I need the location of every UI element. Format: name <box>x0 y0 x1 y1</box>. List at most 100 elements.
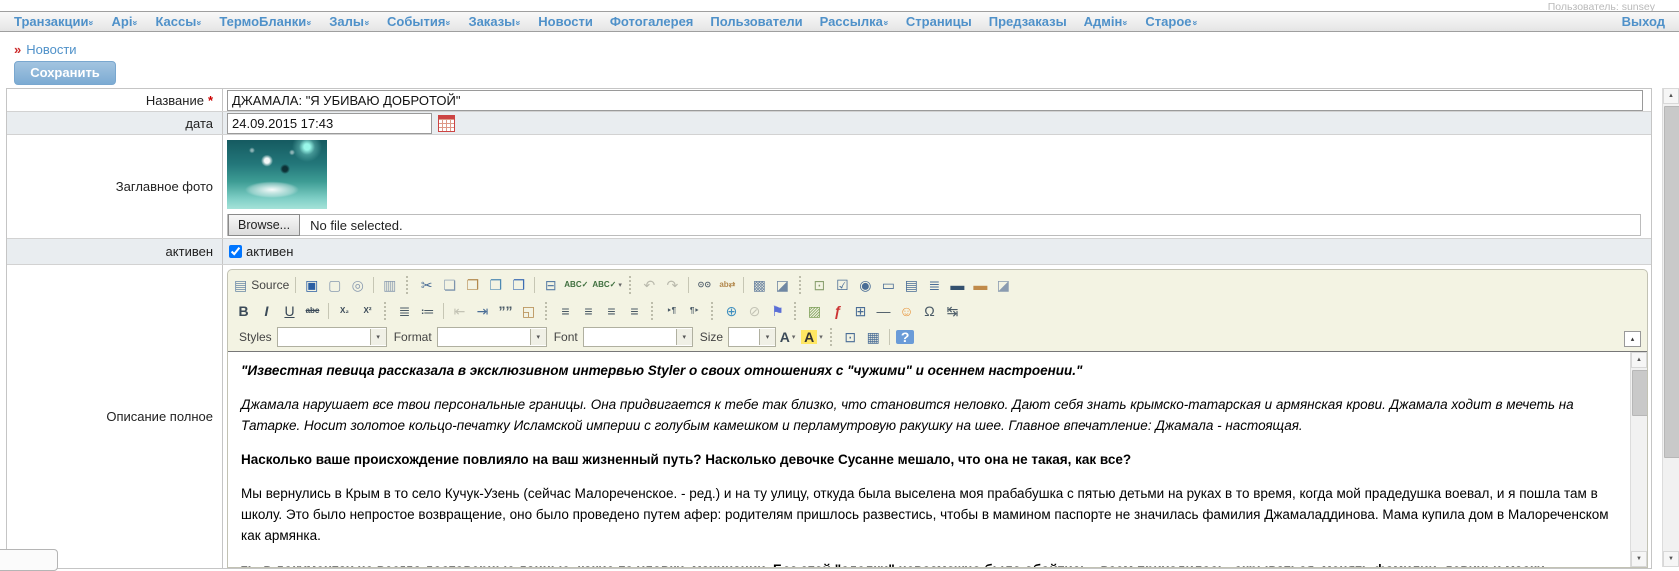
bold-button[interactable]: B <box>232 301 255 321</box>
print-button[interactable]: ⊟ <box>539 275 562 295</box>
checkbox-field-button[interactable]: ☑ <box>831 275 854 295</box>
size-dropdown[interactable]: ▾ <box>728 327 777 347</box>
active-checkbox[interactable] <box>229 245 242 258</box>
insert-image-button[interactable]: ▨ <box>803 301 826 321</box>
div-container-button[interactable]: ◱ <box>517 301 540 321</box>
nav-item-users[interactable]: Пользователи <box>710 14 802 29</box>
select-field-button[interactable]: ≣ <box>923 275 946 295</box>
replace-button[interactable]: ab⇄ <box>716 275 739 295</box>
link-button[interactable]: ⊕ <box>720 301 743 321</box>
smiley-button[interactable]: ☺ <box>895 301 918 321</box>
strikethrough-button[interactable]: abc <box>301 301 324 321</box>
nav-item-logout[interactable]: Выход <box>1622 14 1665 29</box>
nav-item-events[interactable]: События» <box>387 14 454 29</box>
indent-button[interactable]: ⇥ <box>471 301 494 321</box>
align-justify-button[interactable]: ≡ <box>623 301 646 321</box>
browse-button[interactable]: Browse... <box>228 214 301 236</box>
nav-item-photo-gallery[interactable]: Фотогалерея <box>610 14 694 29</box>
toolbar-collapse-button[interactable]: ▴ <box>1624 331 1641 347</box>
underline-button[interactable]: U <box>278 301 301 321</box>
styles-dropdown[interactable]: ▾ <box>276 327 387 347</box>
editor-content-area[interactable]: "Известная певица рассказала в эксклюзив… <box>228 351 1647 567</box>
page-scrollbar-thumb[interactable] <box>1664 106 1679 458</box>
maximize-button[interactable]: ⊡ <box>839 327 862 347</box>
unlink-button[interactable]: ⊘ <box>743 301 766 321</box>
textarea-field-button[interactable]: ▤ <box>900 275 923 295</box>
format-dropdown[interactable]: ▾ <box>436 327 547 347</box>
anchor-button[interactable]: ⚑ <box>766 301 789 321</box>
find-button[interactable]: ⊙⊙ <box>693 275 716 295</box>
scroll-up-icon[interactable]: ▲ <box>1663 88 1679 104</box>
align-left-button[interactable]: ≡ <box>554 301 577 321</box>
redo-button[interactable]: ↷ <box>661 275 684 295</box>
nav-item-preorders[interactable]: Предзаказы <box>989 14 1067 29</box>
nav-item-mailing[interactable]: Рассылка» <box>820 14 892 29</box>
nav-item-thermo-blanks[interactable]: ТермоБланки» <box>219 14 314 29</box>
select-all-button[interactable]: ▩ <box>748 275 771 295</box>
undo-button[interactable]: ↶ <box>638 275 661 295</box>
nav-item-admin[interactable]: Адмін» <box>1084 14 1131 29</box>
scroll-up-icon[interactable]: ▲ <box>1631 352 1647 368</box>
remove-format-button[interactable]: ◪ <box>771 275 794 295</box>
save-button[interactable]: Сохранить <box>14 61 116 85</box>
font-dropdown[interactable]: ▾ <box>582 327 693 347</box>
nav-item-orders[interactable]: Заказы» <box>468 14 523 29</box>
editor-scrollbar-thumb[interactable] <box>1632 370 1647 416</box>
nav-item-pages[interactable]: Страницы <box>906 14 972 29</box>
preview-button[interactable]: ◎ <box>346 275 369 295</box>
text-direction-ltr-button[interactable]: ‣¶ <box>660 301 683 321</box>
date-input[interactable] <box>227 112 432 134</box>
button-field-button[interactable]: ▬ <box>946 275 969 295</box>
outdent-button[interactable]: ⇤ <box>448 301 471 321</box>
horizontal-rule-button[interactable]: — <box>872 301 895 321</box>
paste-word-button[interactable]: ❐ <box>507 275 530 295</box>
paste-text-button[interactable]: ❐ <box>484 275 507 295</box>
form-button[interactable]: ⊡ <box>808 275 831 295</box>
background-color-button[interactable]: A ▾ <box>799 327 825 347</box>
show-blocks-button[interactable]: ▦ <box>862 327 885 347</box>
photo-row: Заглавное фото Browse... No file selecte… <box>7 135 1651 239</box>
subscript-button[interactable]: X₂ <box>333 301 356 321</box>
nav-item-news[interactable]: Новости <box>538 14 593 29</box>
cut-button[interactable]: ✂ <box>415 275 438 295</box>
spell-check-button[interactable]: ABC✓ <box>562 275 590 295</box>
nav-item-transactions[interactable]: Транзакции» <box>14 14 97 29</box>
about-button[interactable]: ? <box>894 327 917 347</box>
page-scrollbar[interactable]: ▲ ▼ <box>1662 88 1679 567</box>
nav-item-cashdesks[interactable]: Кассы» <box>155 14 204 29</box>
text-color-button[interactable]: A ▾ <box>776 327 799 347</box>
editor-scrollbar[interactable]: ▲ ▼ <box>1630 352 1647 567</box>
source-button[interactable]: ▤ Source <box>232 275 291 295</box>
print-icon: ⊟ <box>544 277 557 293</box>
blockquote-button[interactable]: ”” <box>494 301 517 321</box>
title-input[interactable] <box>227 89 1643 111</box>
nav-item-api[interactable]: Api» <box>112 14 141 29</box>
hidden-field-button[interactable]: ◪ <box>992 275 1015 295</box>
image-button-field-button[interactable]: ▬ <box>969 275 992 295</box>
flash-button[interactable]: ƒ <box>826 301 849 321</box>
radio-field-button[interactable]: ◉ <box>854 275 877 295</box>
breadcrumb-news-link[interactable]: Новости <box>26 42 76 57</box>
special-character-button[interactable]: Ω <box>918 301 941 321</box>
templates-button[interactable]: ▥ <box>378 275 401 295</box>
scroll-down-icon[interactable]: ▼ <box>1631 551 1647 567</box>
align-right-button[interactable]: ≡ <box>600 301 623 321</box>
new-page-button[interactable]: ▢ <box>323 275 346 295</box>
page-break-button[interactable]: ↹ <box>941 301 964 321</box>
align-center-button[interactable]: ≡ <box>577 301 600 321</box>
superscript-button[interactable]: X² <box>356 301 379 321</box>
scayt-button[interactable]: ABC✓ ▾ <box>590 275 624 295</box>
save-button[interactable]: ▣ <box>300 275 323 295</box>
copy-button[interactable]: ❏ <box>438 275 461 295</box>
bulleted-list-button[interactable]: ≔ <box>416 301 439 321</box>
text-field-button[interactable]: ▭ <box>877 275 900 295</box>
numbered-list-button[interactable]: ≣ <box>393 301 416 321</box>
nav-item-halls[interactable]: Залы» <box>329 14 372 29</box>
text-direction-rtl-button[interactable]: ¶‣ <box>683 301 706 321</box>
scroll-down-icon[interactable]: ▼ <box>1663 551 1679 567</box>
calendar-icon[interactable] <box>438 114 455 132</box>
paste-button[interactable]: ❐ <box>461 275 484 295</box>
table-button[interactable]: ⊞ <box>849 301 872 321</box>
nav-item-old[interactable]: Старое» <box>1145 14 1200 29</box>
italic-button[interactable]: I <box>255 301 278 321</box>
